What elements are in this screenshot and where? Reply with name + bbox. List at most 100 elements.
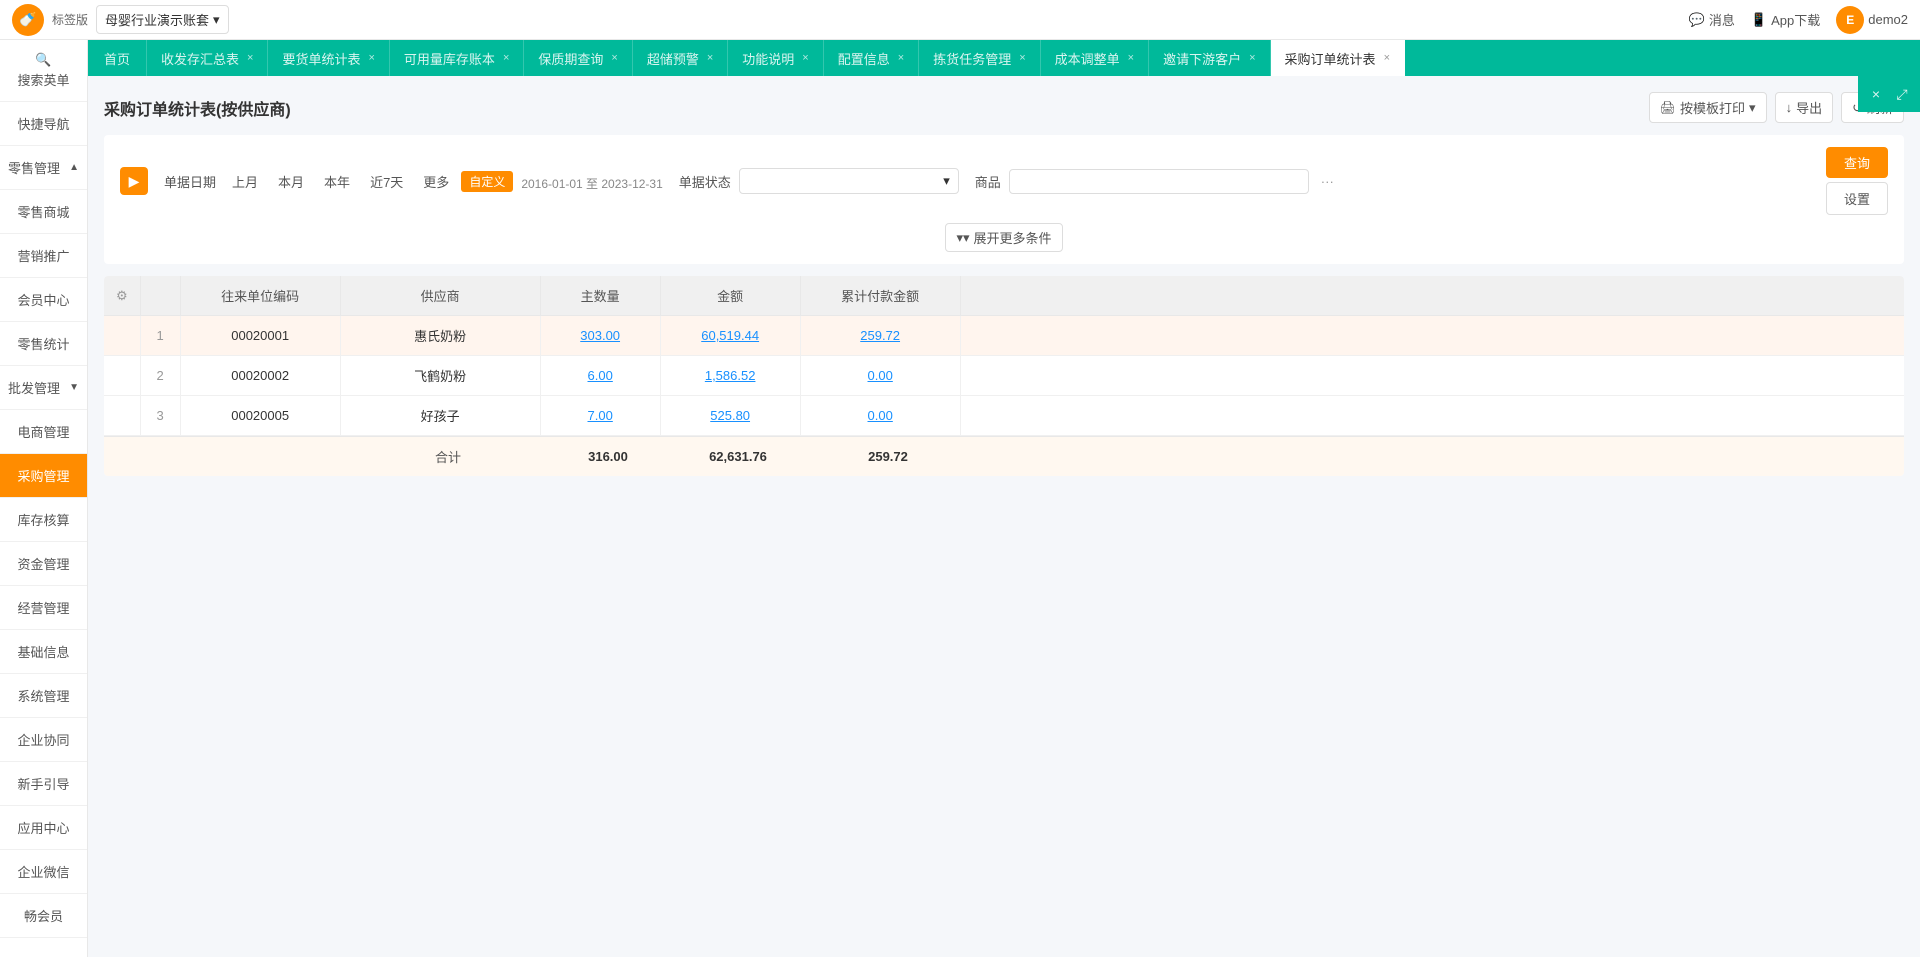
tab-collect-close[interactable]: × — [247, 53, 253, 64]
sidebar-item-retail-shop[interactable]: 零售商城 — [0, 190, 87, 234]
sidebar-item-shortcut[interactable]: 快捷导航 — [0, 102, 87, 146]
tab-invite[interactable]: 邀请下游客户 × — [1149, 40, 1270, 76]
export-button[interactable]: ↓ 导出 — [1775, 92, 1834, 123]
status-select[interactable]: ▾ — [739, 168, 959, 194]
settings-button[interactable]: 设置 — [1826, 182, 1888, 215]
tab-cost-adj-close[interactable]: × — [1128, 53, 1134, 64]
tab-funcguide[interactable]: 功能说明 × — [728, 40, 823, 76]
user-name: demo2 — [1868, 12, 1908, 27]
row2-code: 00020002 — [180, 356, 340, 396]
sidebar-item-retail-stat[interactable]: 零售统计 — [0, 322, 87, 366]
filter-toggle-button[interactable]: ▶ — [120, 167, 148, 195]
shortcut-this-month[interactable]: 本月 — [270, 170, 312, 193]
sidebar-item-enterprise[interactable]: 企业协同 — [0, 718, 87, 762]
tab-cost-adj[interactable]: 成本调整单 × — [1041, 40, 1149, 76]
tab-funcguide-close[interactable]: × — [802, 53, 808, 64]
footer-paid: 259.72 — [808, 449, 968, 464]
col-extra-header — [960, 276, 1904, 316]
shortcut-last-7days[interactable]: 近7天 — [362, 170, 411, 193]
data-table: ⚙ 往来单位编码 供应商 主数量 金额 累计付款金额 — [104, 276, 1904, 436]
row2-settings — [104, 356, 140, 396]
message-icon: 💬 — [1689, 12, 1705, 28]
tab-config[interactable]: 配置信息 × — [824, 40, 919, 76]
nav-close-all-button[interactable]: × — [1864, 82, 1888, 106]
shortcut-more[interactable]: 更多 — [415, 170, 457, 193]
row2-amount: 1,586.52 — [660, 356, 800, 396]
sidebar-item-retail[interactable]: 零售管理 ▲ — [0, 146, 87, 190]
tab-purchase-stat[interactable]: 采购订单统计表 × — [1271, 40, 1405, 76]
expand-more-button[interactable]: ▾▾ 展开更多条件 — [945, 223, 1062, 252]
product-filter-label: 商品 — [975, 172, 1001, 191]
sidebar-item-appcenter[interactable]: 应用中心 — [0, 806, 87, 850]
sidebar-item-finance[interactable]: 资金管理 — [0, 542, 87, 586]
tab-pick-task[interactable]: 拣货任务管理 × — [919, 40, 1040, 76]
filter-date-group: 单据日期 上月 本月 本年 近7天 更多 自定义 2016-01-01 至 20… — [164, 170, 663, 193]
print-dropdown-icon: ▾ — [1749, 100, 1756, 116]
sidebar-item-vip[interactable]: 畅会员 — [0, 894, 87, 938]
tab-collect[interactable]: 收发存汇总表 × — [147, 40, 268, 76]
status-filter-label: 单据状态 — [679, 172, 731, 191]
top-bar-left: 🍼 标签版 母婴行业演示账套 ▾ — [12, 4, 229, 36]
message-button[interactable]: 💬 消息 — [1689, 10, 1735, 29]
tab-overstock-close[interactable]: × — [707, 53, 713, 64]
sidebar-item-purchase[interactable]: 采购管理 — [0, 454, 87, 498]
tab-order-stat[interactable]: 要货单统计表 × — [268, 40, 389, 76]
product-filter-input[interactable] — [1009, 169, 1309, 194]
tab-warranty-close[interactable]: × — [611, 53, 617, 64]
tab-order-stat-close[interactable]: × — [368, 53, 374, 64]
sidebar-item-marketing[interactable]: 营销推广 — [0, 234, 87, 278]
table-footer: 合计 316.00 62,631.76 259.72 — [104, 436, 1904, 476]
sidebar-item-newguide[interactable]: 新手引导 — [0, 762, 87, 806]
col-settings: ⚙ — [104, 276, 140, 316]
tab-warranty[interactable]: 保质期查询 × — [524, 40, 632, 76]
print-icon: 🖨 — [1660, 100, 1677, 116]
row3-extra — [960, 396, 1904, 436]
sidebar-item-operation[interactable]: 经营管理 — [0, 586, 87, 630]
tab-invite-close[interactable]: × — [1249, 53, 1255, 64]
tab-overstock[interactable]: 超储预警 × — [633, 40, 728, 76]
user-area[interactable]: E demo2 — [1836, 6, 1908, 34]
sidebar-item-member[interactable]: 会员中心 — [0, 278, 87, 322]
tab-home[interactable]: 首页 — [88, 40, 147, 76]
row3-code: 00020005 — [180, 396, 340, 436]
workspace-label: 母婴行业演示账套 — [105, 10, 209, 29]
tab-pick-task-close[interactable]: × — [1019, 53, 1025, 64]
workspace-selector[interactable]: 母婴行业演示账套 ▾ — [96, 5, 229, 34]
filter-more-row: ▾▾ 展开更多条件 — [120, 223, 1888, 252]
search-button[interactable]: 查询 — [1826, 147, 1888, 178]
row3-quantity: 7.00 — [540, 396, 660, 436]
top-bar: 🍼 标签版 母婴行业演示账套 ▾ 💬 消息 📱 App下载 E demo2 — [0, 0, 1920, 40]
sidebar-item-wechat[interactable]: 企业微信 — [0, 850, 87, 894]
template-print-button[interactable]: 🖨 按模板打印 ▾ — [1649, 92, 1767, 123]
tab-stock-book-close[interactable]: × — [503, 53, 509, 64]
sidebar-item-basic[interactable]: 基础信息 — [0, 630, 87, 674]
tab-order-stat-label: 要货单统计表 — [282, 49, 360, 68]
footer-amount: 62,631.76 — [668, 449, 808, 464]
tab-warranty-label: 保质期查询 — [538, 49, 603, 68]
row3-paid: 0.00 — [800, 396, 960, 436]
main-layout: 🔍 搜索英单 快捷导航 零售管理 ▲ 零售商城 营销推广 会员中心 零售统计 批… — [0, 40, 1920, 957]
table-row: 1 00020001 惠氏奶粉 303.00 60,519.44 259.72 — [104, 316, 1904, 356]
filter-row-main: ▶ 单据日期 上月 本月 本年 近7天 更多 自定义 2016-01-01 至 … — [120, 147, 1888, 215]
filter-product-group: 商品 ··· — [975, 169, 1334, 194]
sidebar-item-wholesale[interactable]: 批发管理 ▼ — [0, 366, 87, 410]
app-download-button[interactable]: 📱 App下载 — [1751, 10, 1820, 29]
sidebar-item-inventory[interactable]: 库存核算 — [0, 498, 87, 542]
nav-tabs: 首页 收发存汇总表 × 要货单统计表 × 可用量库存账本 × 保质期查询 × — [88, 40, 1920, 76]
shortcut-last-month[interactable]: 上月 — [224, 170, 266, 193]
settings-col-icon[interactable]: ⚙ — [116, 288, 128, 303]
search-icon: 🔍 — [35, 52, 51, 68]
date-filter-label: 单据日期 — [164, 172, 216, 191]
tab-config-close[interactable]: × — [898, 53, 904, 64]
tab-stock-book[interactable]: 可用量库存账本 × — [390, 40, 524, 76]
shortcut-this-year[interactable]: 本年 — [316, 170, 358, 193]
custom-date-tag[interactable]: 自定义 — [461, 171, 513, 192]
tab-purchase-stat-close[interactable]: × — [1384, 53, 1390, 64]
product-filter-more-icon[interactable]: ··· — [1321, 174, 1334, 189]
sidebar-item-ecommerce[interactable]: 电商管理 — [0, 410, 87, 454]
row1-settings — [104, 316, 140, 356]
nav-expand-button[interactable]: ⤢ — [1890, 82, 1914, 106]
logo-area: 🍼 — [12, 4, 44, 36]
sidebar-item-search[interactable]: 🔍 搜索英单 — [0, 40, 87, 102]
sidebar-item-system[interactable]: 系统管理 — [0, 674, 87, 718]
